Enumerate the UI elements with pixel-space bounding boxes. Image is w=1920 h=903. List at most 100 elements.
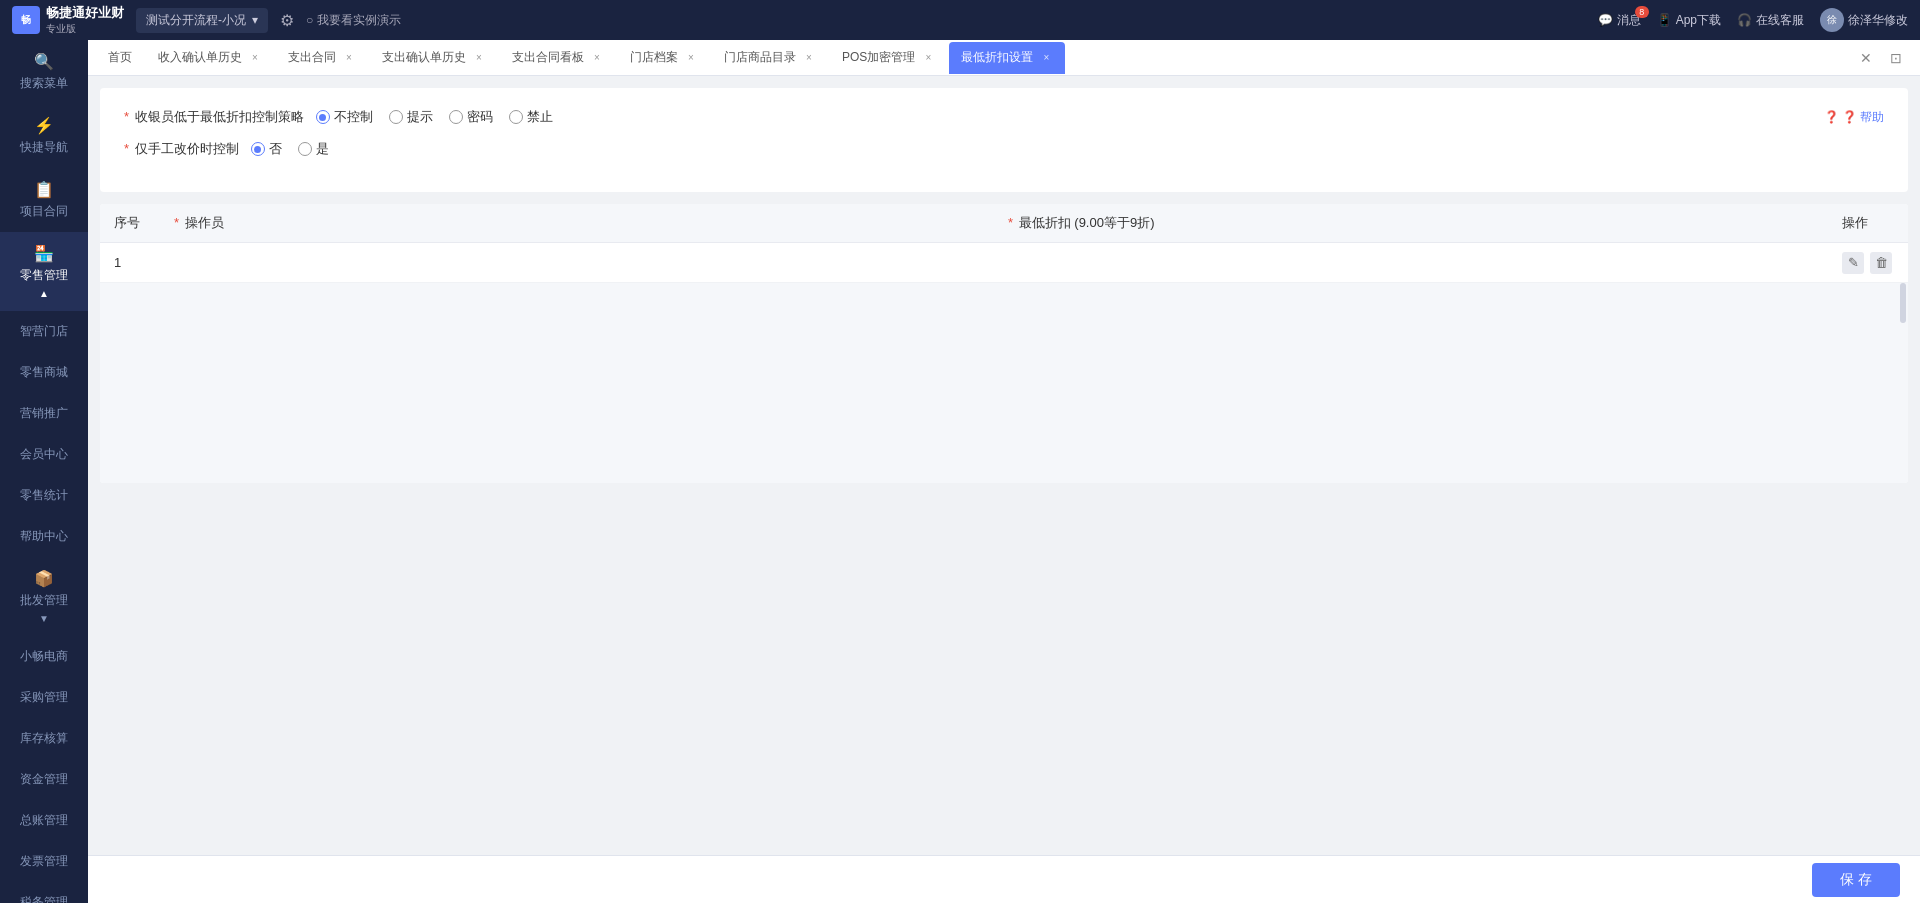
policy-option-forbid[interactable]: 禁止	[509, 108, 553, 126]
tab-close-store-archive[interactable]: ×	[684, 51, 698, 65]
page-content: * 收银员低于最低折扣控制策略 不控制 提示	[88, 76, 1920, 855]
search-icon: 🔍	[34, 52, 54, 71]
td-min-discount[interactable]	[994, 255, 1828, 271]
tab-close-payment-board[interactable]: ×	[590, 51, 604, 65]
td-actions: ✎ 🗑	[1828, 244, 1908, 282]
save-button[interactable]: 保 存	[1812, 863, 1900, 897]
sidebar-label-marketing: 营销推广	[20, 405, 68, 422]
sidebar-item-member[interactable]: 会员中心	[0, 434, 88, 475]
th-seq: 序号	[100, 204, 160, 242]
row-actions: ✎ 🗑	[1842, 252, 1894, 274]
avatar: 徐	[1820, 8, 1844, 32]
sidebar-item-smart-store[interactable]: 智营门店	[0, 311, 88, 352]
radio-password[interactable]	[449, 110, 463, 124]
sidebar-item-accounting[interactable]: 总账管理	[0, 800, 88, 841]
tab-home-label: 首页	[108, 49, 132, 66]
tab-close-all-button[interactable]: ✕	[1854, 46, 1878, 70]
sidebar-item-inventory[interactable]: 库存核算	[0, 718, 88, 759]
sidebar-item-wholesale[interactable]: 📦 批发管理 ▼	[0, 557, 88, 636]
logo: 畅 畅捷通好业财 专业版	[12, 4, 124, 36]
tab-store-archive-label: 门店档案	[630, 49, 678, 66]
chevron-up-icon: ▲	[39, 288, 49, 299]
logo-main-text: 畅捷通好业财	[46, 4, 124, 22]
sidebar-label-invoice: 发票管理	[20, 853, 68, 870]
manual-option-no[interactable]: 否	[251, 140, 282, 158]
edit-row-button[interactable]: ✎	[1842, 252, 1864, 274]
th-operator: * 操作员	[160, 204, 994, 242]
tab-min-discount-label: 最低折扣设置	[961, 49, 1033, 66]
table-empty-area	[100, 283, 1908, 483]
table-row: 1 ✎ 🗑	[100, 243, 1908, 283]
sidebar-item-help[interactable]: 帮助中心	[0, 516, 88, 557]
manual-option-yes[interactable]: 是	[298, 140, 329, 158]
tab-expand-button[interactable]: ⊡	[1884, 46, 1908, 70]
project-selector[interactable]: 测试分开流程-小况 ▾	[136, 8, 268, 33]
app-download-action[interactable]: 📱 App下载	[1657, 12, 1721, 29]
policy-option-password[interactable]: 密码	[449, 108, 493, 126]
sidebar-item-retail-mall[interactable]: 零售商城	[0, 352, 88, 393]
td-operator[interactable]	[160, 255, 994, 271]
settings-icon[interactable]: ⚙	[280, 11, 294, 30]
tab-close-min-discount[interactable]: ×	[1039, 51, 1053, 65]
th-actions: 操作	[1828, 204, 1908, 242]
radio-remind[interactable]	[389, 110, 403, 124]
tab-store-products[interactable]: 门店商品目录 ×	[712, 42, 828, 74]
sidebar-item-retail-stat[interactable]: 零售统计	[0, 475, 88, 516]
sidebar-label-inventory: 库存核算	[20, 730, 68, 747]
help-link[interactable]: ❓ ❓ 帮助	[1824, 109, 1884, 126]
policy-option-remind[interactable]: 提示	[389, 108, 433, 126]
tab-home[interactable]: 首页	[96, 42, 144, 74]
radio-forbid[interactable]	[509, 110, 523, 124]
user-profile[interactable]: 徐 徐泽华修改	[1820, 8, 1908, 32]
package-icon: 📦	[34, 569, 54, 588]
tab-close-payment-contract[interactable]: ×	[342, 51, 356, 65]
tab-income-history[interactable]: 收入确认单历史 ×	[146, 42, 274, 74]
tab-payment-history[interactable]: 支出确认单历史 ×	[370, 42, 498, 74]
sidebar-item-quick-nav[interactable]: ⚡ 快捷导航	[0, 104, 88, 168]
policy-label: * 收银员低于最低折扣控制策略	[124, 108, 304, 126]
sidebar-label-search: 搜索菜单	[20, 75, 68, 92]
policy-option-no-control[interactable]: 不控制	[316, 108, 373, 126]
sidebar-item-ecommerce[interactable]: 小畅电商	[0, 636, 88, 677]
radio-no-control[interactable]	[316, 110, 330, 124]
tab-bar-end: ✕ ⊡	[1850, 46, 1912, 70]
table-scrollbar[interactable]	[1900, 283, 1906, 323]
sidebar-label-tax: 税务管理	[20, 894, 68, 903]
radio-manual-no[interactable]	[251, 142, 265, 156]
sidebar-label-wholesale: 批发管理	[20, 592, 68, 609]
sidebar-item-invoice[interactable]: 发票管理	[0, 841, 88, 882]
sidebar-item-search[interactable]: 🔍 搜索菜单	[0, 40, 88, 104]
sidebar-item-finance[interactable]: 资金管理	[0, 759, 88, 800]
message-action[interactable]: 💬 消息 8	[1598, 12, 1641, 29]
tab-payment-contract[interactable]: 支出合同 ×	[276, 42, 368, 74]
sidebar-item-tax[interactable]: 税务管理	[0, 882, 88, 903]
sidebar-item-retail[interactable]: 🏪 零售管理 ▲	[0, 232, 88, 311]
sidebar-item-marketing[interactable]: 营销推广	[0, 393, 88, 434]
demo-text: 我要看实例演示	[317, 12, 401, 29]
online-service-action[interactable]: 🎧 在线客服	[1737, 12, 1804, 29]
logo-icon: 畅	[12, 6, 40, 34]
tab-close-pos-password[interactable]: ×	[921, 51, 935, 65]
sidebar-label-retail-stat: 零售统计	[20, 487, 68, 504]
top-actions: 💬 消息 8 📱 App下载 🎧 在线客服 徐 徐泽华修改	[1598, 8, 1908, 32]
tab-min-discount[interactable]: 最低折扣设置 ×	[949, 42, 1065, 74]
demo-link[interactable]: ○ 我要看实例演示	[306, 12, 401, 29]
delete-row-button[interactable]: 🗑	[1870, 252, 1892, 274]
radio-manual-yes[interactable]	[298, 142, 312, 156]
policy-form-row: * 收银员低于最低折扣控制策略 不控制 提示	[124, 108, 1884, 126]
tab-close-income-history[interactable]: ×	[248, 51, 262, 65]
tab-close-store-products[interactable]: ×	[802, 51, 816, 65]
tab-pos-password[interactable]: POS加密管理 ×	[830, 42, 947, 74]
chevron-down-icon: ▼	[39, 613, 49, 624]
sidebar-item-purchase[interactable]: 采购管理	[0, 677, 88, 718]
tab-payment-board[interactable]: 支出合同看板 ×	[500, 42, 616, 74]
sidebar-item-project[interactable]: 📋 项目合同	[0, 168, 88, 232]
tab-store-archive[interactable]: 门店档案 ×	[618, 42, 710, 74]
sidebar: 🔍 搜索菜单 ⚡ 快捷导航 📋 项目合同 🏪 零售管理 ▲ 智营门店 零售商城 …	[0, 40, 88, 903]
message-badge: 8	[1635, 6, 1649, 18]
tab-close-payment-history[interactable]: ×	[472, 51, 486, 65]
sidebar-label-help: 帮助中心	[20, 528, 68, 545]
lightning-icon: ⚡	[34, 116, 54, 135]
th-min-discount: * 最低折扣 (9.00等于9折)	[994, 204, 1828, 242]
top-bar: 畅 畅捷通好业财 专业版 测试分开流程-小况 ▾ ⚙ ○ 我要看实例演示 💬 消…	[0, 0, 1920, 40]
